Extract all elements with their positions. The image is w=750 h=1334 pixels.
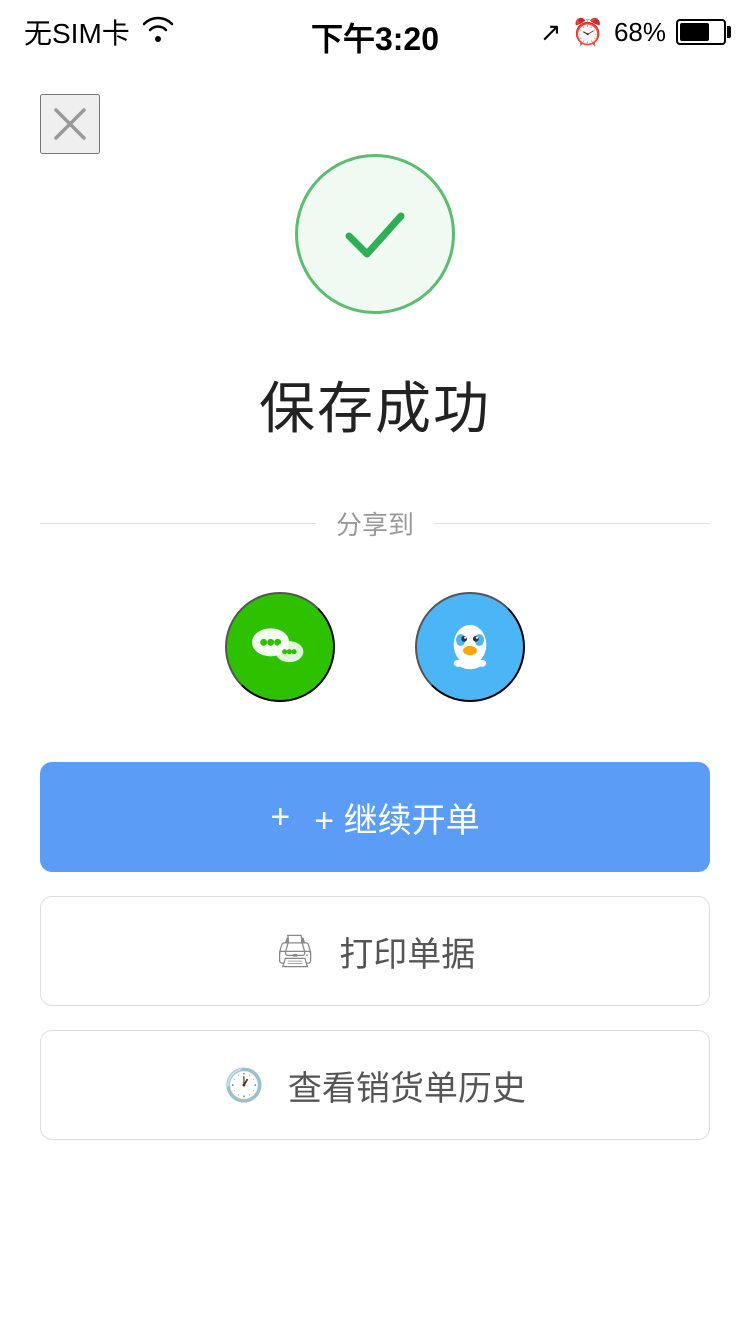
share-icons-container	[225, 592, 525, 702]
location-icon: ↗	[540, 17, 562, 48]
qq-icon	[435, 612, 505, 682]
print-icon: 🖨	[275, 932, 316, 970]
wifi-icon	[140, 16, 176, 49]
history-label: 查看销货单历史	[288, 1061, 526, 1110]
status-right: ↗ ⏰ 68%	[540, 17, 726, 48]
alarm-icon: ⏰	[572, 17, 604, 48]
wechat-share-button[interactable]	[225, 592, 335, 702]
continue-order-icon: +	[270, 798, 290, 837]
time-display: 下午3:20	[311, 14, 439, 60]
divider-left	[40, 523, 316, 524]
share-section: 分享到	[40, 505, 710, 702]
print-button[interactable]: 🖨 打印单据	[40, 896, 710, 1006]
qq-share-button[interactable]	[415, 592, 525, 702]
battery-percent: 68%	[614, 17, 666, 48]
page-content: 保存成功 分享到	[0, 64, 750, 1334]
battery-icon	[676, 19, 726, 45]
wechat-icon	[245, 612, 315, 682]
action-buttons: + + 继续开单 🖨 打印单据 🕐 查看销货单历史	[40, 762, 710, 1140]
close-button[interactable]	[40, 94, 100, 154]
continue-order-label: + 继续开单	[314, 793, 479, 842]
battery-fill	[680, 23, 709, 41]
carrier-text: 无SIM卡	[24, 12, 130, 52]
success-title: 保存成功	[259, 364, 491, 445]
divider-right	[434, 523, 710, 524]
carrier-info: 无SIM卡	[24, 12, 176, 52]
print-label: 打印单据	[339, 927, 475, 976]
history-icon: 🕐	[224, 1066, 264, 1104]
success-circle	[295, 154, 455, 314]
continue-order-button[interactable]: + + 继续开单	[40, 762, 710, 872]
status-bar: 无SIM卡 下午3:20 ↗ ⏰ 68%	[0, 0, 750, 64]
checkmark-icon	[335, 194, 415, 274]
share-label: 分享到	[336, 505, 414, 542]
history-button[interactable]: 🕐 查看销货单历史	[40, 1030, 710, 1140]
share-divider: 分享到	[40, 505, 710, 542]
